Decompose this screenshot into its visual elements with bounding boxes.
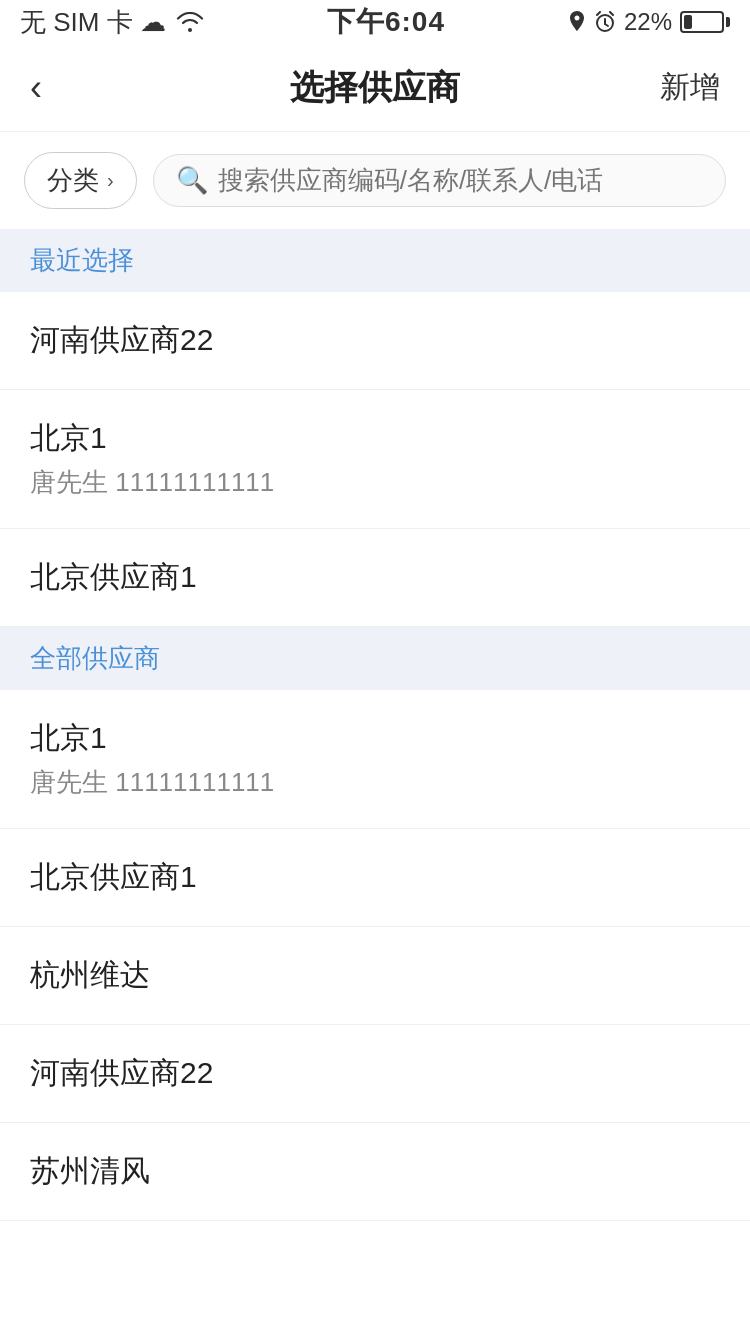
search-box[interactable]: 🔍 bbox=[153, 154, 726, 207]
category-filter[interactable]: 分类 › bbox=[24, 152, 137, 209]
back-button[interactable]: ‹ bbox=[30, 67, 90, 109]
all-section-header: 全部供应商 bbox=[0, 627, 750, 690]
list-item[interactable]: 苏州清风 bbox=[0, 1123, 750, 1221]
item-sub: 唐先生 11111111111 bbox=[30, 465, 720, 500]
item-name: 北京供应商1 bbox=[30, 857, 720, 898]
item-name: 河南供应商22 bbox=[30, 320, 720, 361]
battery-percent: 22% bbox=[624, 8, 672, 36]
item-name: 北京供应商1 bbox=[30, 557, 720, 598]
list-item[interactable]: 杭州维达 bbox=[0, 927, 750, 1025]
recent-items-list: 河南供应商22 北京1 唐先生 11111111111 北京供应商1 bbox=[0, 292, 750, 627]
item-name: 河南供应商22 bbox=[30, 1053, 720, 1094]
all-items-list: 北京1 唐先生 11111111111 北京供应商1 杭州维达 河南供应商22 … bbox=[0, 690, 750, 1221]
svg-line-2 bbox=[605, 24, 608, 26]
status-time: 下午6:04 bbox=[327, 3, 445, 41]
status-left: 无 SIM 卡 ☁ bbox=[20, 5, 204, 40]
status-bar: 无 SIM 卡 ☁ 下午6:04 22% bbox=[0, 0, 750, 44]
item-name: 杭州维达 bbox=[30, 955, 720, 996]
page-title: 选择供应商 bbox=[290, 65, 460, 111]
search-icon: 🔍 bbox=[176, 165, 208, 196]
item-name: 苏州清风 bbox=[30, 1151, 720, 1192]
all-section-label: 全部供应商 bbox=[30, 643, 160, 673]
list-item[interactable]: 河南供应商22 bbox=[0, 292, 750, 390]
list-item[interactable]: 北京1 唐先生 11111111111 bbox=[0, 690, 750, 829]
item-sub: 唐先生 11111111111 bbox=[30, 765, 720, 800]
battery-indicator bbox=[680, 11, 730, 33]
category-label: 分类 bbox=[47, 163, 99, 198]
svg-line-3 bbox=[597, 12, 600, 15]
item-name: 北京1 bbox=[30, 418, 720, 459]
list-item[interactable]: 北京1 唐先生 11111111111 bbox=[0, 390, 750, 529]
recent-section-header: 最近选择 bbox=[0, 229, 750, 292]
nav-bar: ‹ 选择供应商 新增 bbox=[0, 44, 750, 132]
list-item[interactable]: 北京供应商1 bbox=[0, 529, 750, 627]
chevron-right-icon: › bbox=[107, 169, 114, 192]
add-button[interactable]: 新增 bbox=[660, 67, 720, 108]
list-item[interactable]: 北京供应商1 bbox=[0, 829, 750, 927]
sim-label: 无 SIM 卡 ☁ bbox=[20, 5, 166, 40]
filter-bar: 分类 › 🔍 bbox=[0, 132, 750, 229]
location-icon bbox=[568, 11, 586, 33]
list-item[interactable]: 河南供应商22 bbox=[0, 1025, 750, 1123]
svg-line-4 bbox=[610, 12, 613, 15]
recent-section-label: 最近选择 bbox=[30, 245, 134, 275]
status-right: 22% bbox=[568, 8, 730, 36]
search-input[interactable] bbox=[218, 165, 703, 196]
wifi-icon bbox=[176, 12, 204, 32]
alarm-icon bbox=[594, 11, 616, 33]
item-name: 北京1 bbox=[30, 718, 720, 759]
